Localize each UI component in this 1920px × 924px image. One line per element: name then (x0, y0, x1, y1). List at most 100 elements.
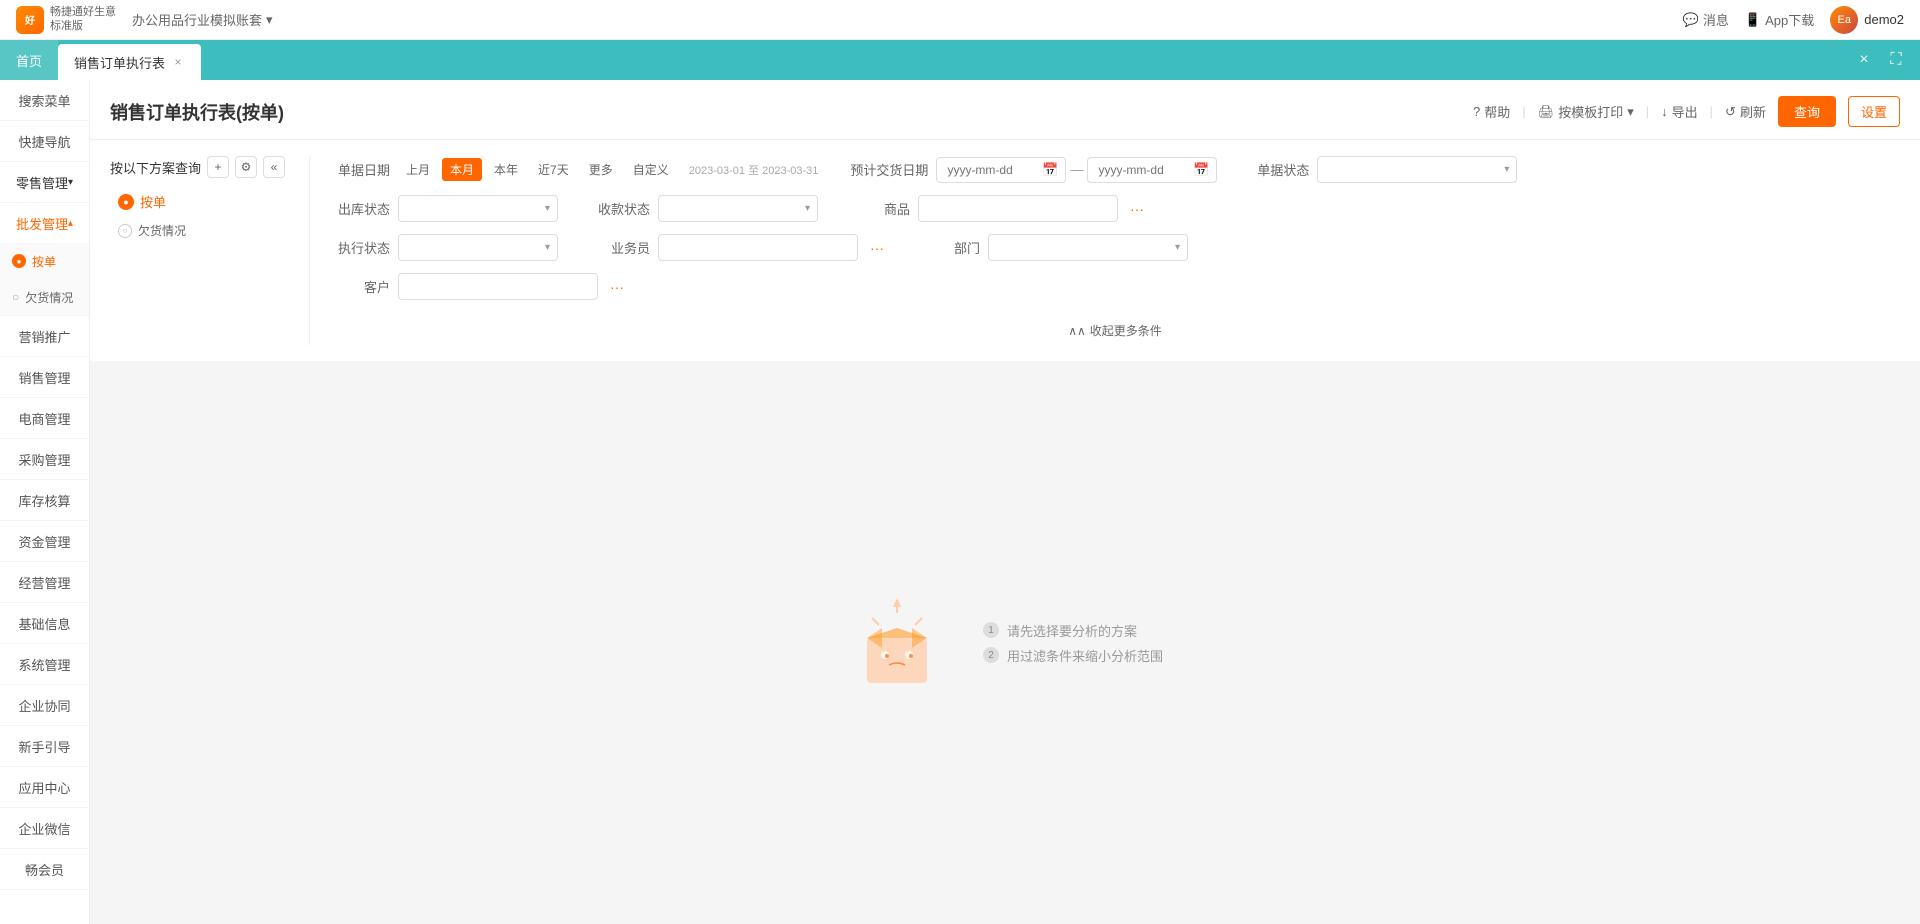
order-status-label: 单据状态 (1249, 160, 1309, 179)
debt-icon: ○ (12, 290, 19, 304)
scheme-item-order[interactable]: ● 按单 (110, 186, 293, 217)
empty-tip-1: 1 请先选择要分析的方案 (983, 621, 1163, 640)
custom-period-button[interactable]: 自定义 (625, 158, 677, 181)
print-button[interactable]: 🖨 按模板打印 ▾ (1538, 102, 1634, 121)
help-button[interactable]: ? 帮助 (1473, 102, 1510, 121)
date-range-delivery: 📅 — 📅 (936, 157, 1217, 183)
filter-row-1: 单据日期 上月 本月 本年 近7天 更多 自定义 2023-03-01 至 20… (330, 156, 1900, 183)
tab-bar: 首页 销售订单执行表 × × ⛶ (0, 40, 1920, 80)
tab-sales-order[interactable]: 销售订单执行表 × (58, 44, 201, 80)
delivery-status-select[interactable] (398, 195, 558, 222)
sidebar-section-finance: 资金管理 (0, 521, 89, 562)
order-status-select-wrap: ▾ (1317, 156, 1517, 183)
app-download-button[interactable]: 📱 App下载 (1745, 10, 1814, 29)
sidebar-item-system[interactable]: 系统管理 (0, 644, 89, 684)
sidebar-item-finance[interactable]: 资金管理 (0, 521, 89, 561)
filter-group-order-date: 单据日期 上月 本月 本年 近7天 更多 自定义 (330, 158, 677, 181)
execution-status-select[interactable] (398, 234, 558, 261)
filter-scheme-actions: + ⚙ « (207, 156, 285, 178)
tab-bar-actions: × ⛶ (1852, 48, 1920, 72)
date-end-input[interactable] (1087, 157, 1217, 183)
scheme-order-icon: ● (118, 194, 134, 210)
more-period-button[interactable]: 更多 (581, 158, 621, 181)
sidebar-item-member[interactable]: 畅会员 (0, 849, 89, 889)
scheme-add-button[interactable]: + (207, 156, 229, 178)
scheme-settings-button[interactable]: ⚙ (235, 156, 257, 178)
sidebar-section-system: 系统管理 (0, 644, 89, 685)
help-icon: ? (1473, 104, 1480, 119)
sidebar-item-ecommerce[interactable]: 电商管理 (0, 398, 89, 438)
sidebar-item-operations[interactable]: 经营管理 (0, 562, 89, 602)
tab-home[interactable]: 首页 (0, 40, 58, 80)
sidebar-item-wechat[interactable]: 企业微信 (0, 808, 89, 848)
department-select[interactable] (988, 234, 1188, 261)
window-close-button[interactable]: × (1852, 48, 1876, 72)
scheme-collapse-button[interactable]: « (263, 156, 285, 178)
sidebar-item-retail[interactable]: 零售管理 ▾ (0, 162, 89, 202)
order-status-select[interactable] (1317, 156, 1517, 183)
last-month-button[interactable]: 上月 (398, 158, 438, 181)
window-maximize-button[interactable]: ⛶ (1884, 48, 1908, 72)
date-end-wrap: 📅 (1087, 157, 1217, 183)
scheme-item-debt[interactable]: ○ 欠货情况 (110, 217, 293, 244)
sidebar-item-enterprise[interactable]: 企业协同 (0, 685, 89, 725)
date-start-input[interactable] (936, 157, 1066, 183)
message-button[interactable]: 💬 消息 (1683, 10, 1729, 29)
filter-scheme-header: 按以下方案查询 + ⚙ « (110, 156, 293, 178)
user-avatar-area[interactable]: Ea demo2 (1830, 6, 1904, 34)
content-area: 销售订单执行表(按单) ? 帮助 | 🖨 按模板打印 ▾ | ↓ (90, 80, 1920, 924)
filter-row-2: 出库状态 ▾ 收款状态 (330, 195, 1900, 222)
payment-status-select[interactable] (658, 195, 818, 222)
sidebar-item-inventory[interactable]: 库存核算 (0, 480, 89, 520)
sidebar-item-apps[interactable]: 应用中心 (0, 767, 89, 807)
logo-area: 好 畅捷通好生意 标准版 (16, 6, 116, 34)
current-month-button[interactable]: 本月 (442, 158, 482, 181)
filter-scheme-panel: 按以下方案查询 + ⚙ « ● 按单 ○ 欠货情况 (110, 156, 310, 345)
sidebar-item-search[interactable]: 搜索菜单 (0, 80, 89, 120)
date-start-wrap: 📅 (936, 157, 1066, 183)
empty-state: 1 请先选择要分析的方案 2 用过滤条件来缩小分析范围 (847, 593, 1163, 693)
salesperson-input[interactable] (658, 234, 858, 261)
sidebar-subitem-debt[interactable]: ○ 欠货情况 (0, 279, 89, 315)
payment-status-select-wrap: ▾ (658, 195, 818, 222)
sidebar-section-ecommerce: 电商管理 (0, 398, 89, 439)
execution-status-select-wrap: ▾ (398, 234, 558, 261)
export-button[interactable]: ↓ 导出 (1661, 102, 1698, 121)
sidebar-item-quicknav[interactable]: 快捷导航 (0, 121, 89, 161)
sidebar-item-basic[interactable]: 基础信息 (0, 603, 89, 643)
customer-more-button[interactable]: ··· (606, 279, 628, 295)
current-year-button[interactable]: 本年 (486, 158, 526, 181)
app-logo-text: 畅捷通好生意 标准版 (50, 6, 116, 32)
tab-close-icon[interactable]: × (171, 55, 185, 69)
sidebar-section-purchase: 采购管理 (0, 439, 89, 480)
sidebar-item-onboarding[interactable]: 新手引导 (0, 726, 89, 766)
sidebar-section-inventory: 库存核算 (0, 480, 89, 521)
query-button[interactable]: 查询 (1778, 96, 1836, 127)
settings-button[interactable]: 设置 (1848, 96, 1900, 127)
goods-input[interactable] (918, 195, 1118, 222)
filter-row-4: 客户 ··· (330, 273, 1900, 300)
delivery-status-label: 出库状态 (330, 199, 390, 218)
avatar: Ea (1830, 6, 1858, 34)
salesperson-more-button[interactable]: ··· (866, 240, 888, 256)
page-header: 销售订单执行表(按单) ? 帮助 | 🖨 按模板打印 ▾ | ↓ (90, 80, 1920, 140)
sidebar-item-marketing[interactable]: 营销推广 (0, 316, 89, 356)
page-title-row: 销售订单执行表(按单) ? 帮助 | 🖨 按模板打印 ▾ | ↓ (110, 96, 1900, 127)
main-layout: 搜索菜单 快捷导航 零售管理 ▾ 批发管理 ▴ ● 按单 ○ (0, 80, 1920, 924)
filter-group-execution-status: 执行状态 ▾ (330, 234, 558, 261)
sidebar-item-sales[interactable]: 销售管理 (0, 357, 89, 397)
customer-input[interactable] (398, 273, 598, 300)
period-buttons: 上月 本月 本年 近7天 更多 自定义 (398, 158, 677, 181)
chevron-down-icon: ▾ (266, 12, 273, 28)
goods-more-button[interactable]: ··· (1126, 201, 1148, 217)
payment-status-label: 收款状态 (590, 199, 650, 218)
sidebar-subitem-order[interactable]: ● 按单 (0, 243, 89, 279)
sidebar-section-retail: 零售管理 ▾ (0, 162, 89, 203)
refresh-button[interactable]: ↺ 刷新 (1725, 102, 1766, 121)
nav-dropdown[interactable]: 办公用品行业模拟账套 ▾ (124, 6, 281, 33)
last7days-button[interactable]: 近7天 (530, 158, 577, 181)
sidebar-item-purchase[interactable]: 采购管理 (0, 439, 89, 479)
sidebar-item-wholesale[interactable]: 批发管理 ▴ (0, 203, 89, 243)
content-body: 1 请先选择要分析的方案 2 用过滤条件来缩小分析范围 (90, 361, 1920, 924)
collapse-button[interactable]: ∧∧ 收起更多条件 (1052, 316, 1178, 345)
